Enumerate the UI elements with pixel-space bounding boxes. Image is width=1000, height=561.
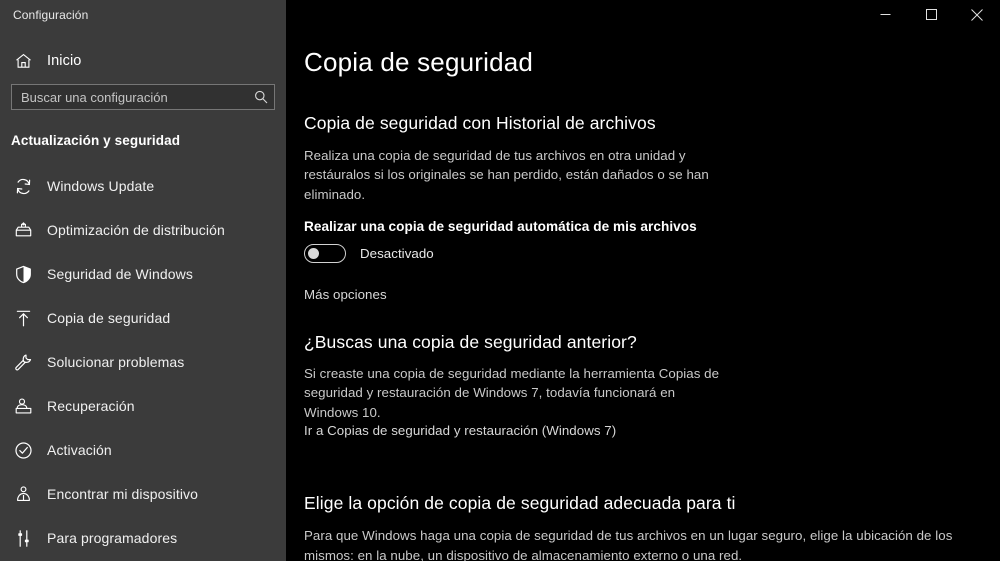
main-content: Copia de seguridad Copia de seguridad co… <box>286 29 1000 561</box>
sidebar-item-home[interactable]: Inicio <box>0 43 286 78</box>
delivery-box-icon <box>11 218 35 242</box>
sidebar: Inicio Actualización y seguridad <box>0 29 286 561</box>
sidebar-category-title: Actualización y seguridad <box>11 133 181 148</box>
shield-icon <box>11 262 35 286</box>
search-icon[interactable] <box>252 88 270 106</box>
toggle-knob <box>308 247 319 259</box>
sidebar-item-windows-update[interactable]: Windows Update <box>0 164 286 208</box>
sidebar-item-find-my-device[interactable]: Encontrar mi dispositivo <box>0 472 286 516</box>
sidebar-item-label: Windows Update <box>47 178 155 194</box>
sidebar-item-label: Optimización de distribución <box>47 222 225 238</box>
sidebar-item-backup[interactable]: Copia de seguridad <box>0 296 286 340</box>
section-previous-backup: ¿Buscas una copia de seguridad anterior?… <box>304 332 1000 441</box>
previous-backup-description: Si creaste una copia de seguridad median… <box>304 365 720 420</box>
sidebar-item-label: Activación <box>47 442 112 458</box>
search-box[interactable] <box>11 84 275 110</box>
sidebar-nav-list: Windows Update Optimización de distribuc… <box>0 164 286 560</box>
sidebar-item-for-developers[interactable]: Para programadores <box>0 516 286 560</box>
windows7-backup-link[interactable]: Ir a Copias de seguridad y restauración … <box>304 423 616 438</box>
file-history-heading: Copia de seguridad con Historial de arch… <box>304 112 656 133</box>
sidebar-item-activation[interactable]: Activación <box>0 428 286 472</box>
sidebar-item-label: Recuperación <box>47 398 135 414</box>
maximize-button[interactable] <box>908 0 954 29</box>
sidebar-home-label: Inicio <box>47 52 82 69</box>
find-device-icon <box>11 482 35 506</box>
home-icon <box>11 50 35 72</box>
sidebar-item-label: Seguridad de Windows <box>47 266 193 282</box>
file-history-description: Realiza una copia de seguridad de tus ar… <box>304 147 709 203</box>
choose-option-heading: Elige la opción de copia de seguridad ad… <box>304 493 736 514</box>
settings-window: Configuración Inicio Buscar una configur… <box>0 0 1000 561</box>
auto-backup-toggle[interactable] <box>304 243 346 263</box>
sidebar-item-label: Copia de seguridad <box>47 310 171 326</box>
sidebar-item-delivery-optimization[interactable]: Optimización de distribución <box>0 208 286 252</box>
developer-sliders-icon <box>11 526 35 550</box>
more-options-link[interactable]: Más opciones <box>304 287 387 302</box>
window-title: Configuración <box>13 7 89 22</box>
auto-backup-toggle-state: Desactivado <box>360 245 434 261</box>
title-bar: Configuración <box>0 0 1000 29</box>
title-bar-left: Configuración <box>0 0 286 29</box>
search-input[interactable] <box>21 89 252 105</box>
page-title: Copia de seguridad <box>304 47 534 77</box>
recovery-person-icon <box>11 394 35 418</box>
choose-option-description: Para que Windows haga una copia de segur… <box>304 528 953 561</box>
sidebar-item-label: Solucionar problemas <box>47 354 185 370</box>
sidebar-item-windows-security[interactable]: Seguridad de Windows <box>0 252 286 296</box>
sidebar-item-label: Para programadores <box>47 530 178 546</box>
previous-backup-heading: ¿Buscas una copia de seguridad anterior? <box>304 331 637 352</box>
upload-arrow-icon <box>11 306 35 330</box>
sidebar-item-recovery[interactable]: Recuperación <box>0 384 286 428</box>
check-circle-icon <box>11 438 35 462</box>
auto-backup-label: Realizar una copia de seguridad automáti… <box>304 218 697 234</box>
section-choose-option: Elige la opción de copia de seguridad ad… <box>304 493 1000 561</box>
sync-icon <box>11 174 35 198</box>
close-button[interactable] <box>954 0 1000 29</box>
minimize-button[interactable] <box>862 0 908 29</box>
auto-backup-toggle-row: Desactivado <box>304 243 1000 263</box>
wrench-icon <box>11 350 35 374</box>
sidebar-item-label: Encontrar mi dispositivo <box>47 486 199 502</box>
sidebar-item-troubleshoot[interactable]: Solucionar problemas <box>0 340 286 384</box>
window-controls <box>286 0 1000 29</box>
window-body: Inicio Actualización y seguridad <box>0 29 1000 561</box>
section-file-history: Copia de seguridad con Historial de arch… <box>304 113 1000 304</box>
